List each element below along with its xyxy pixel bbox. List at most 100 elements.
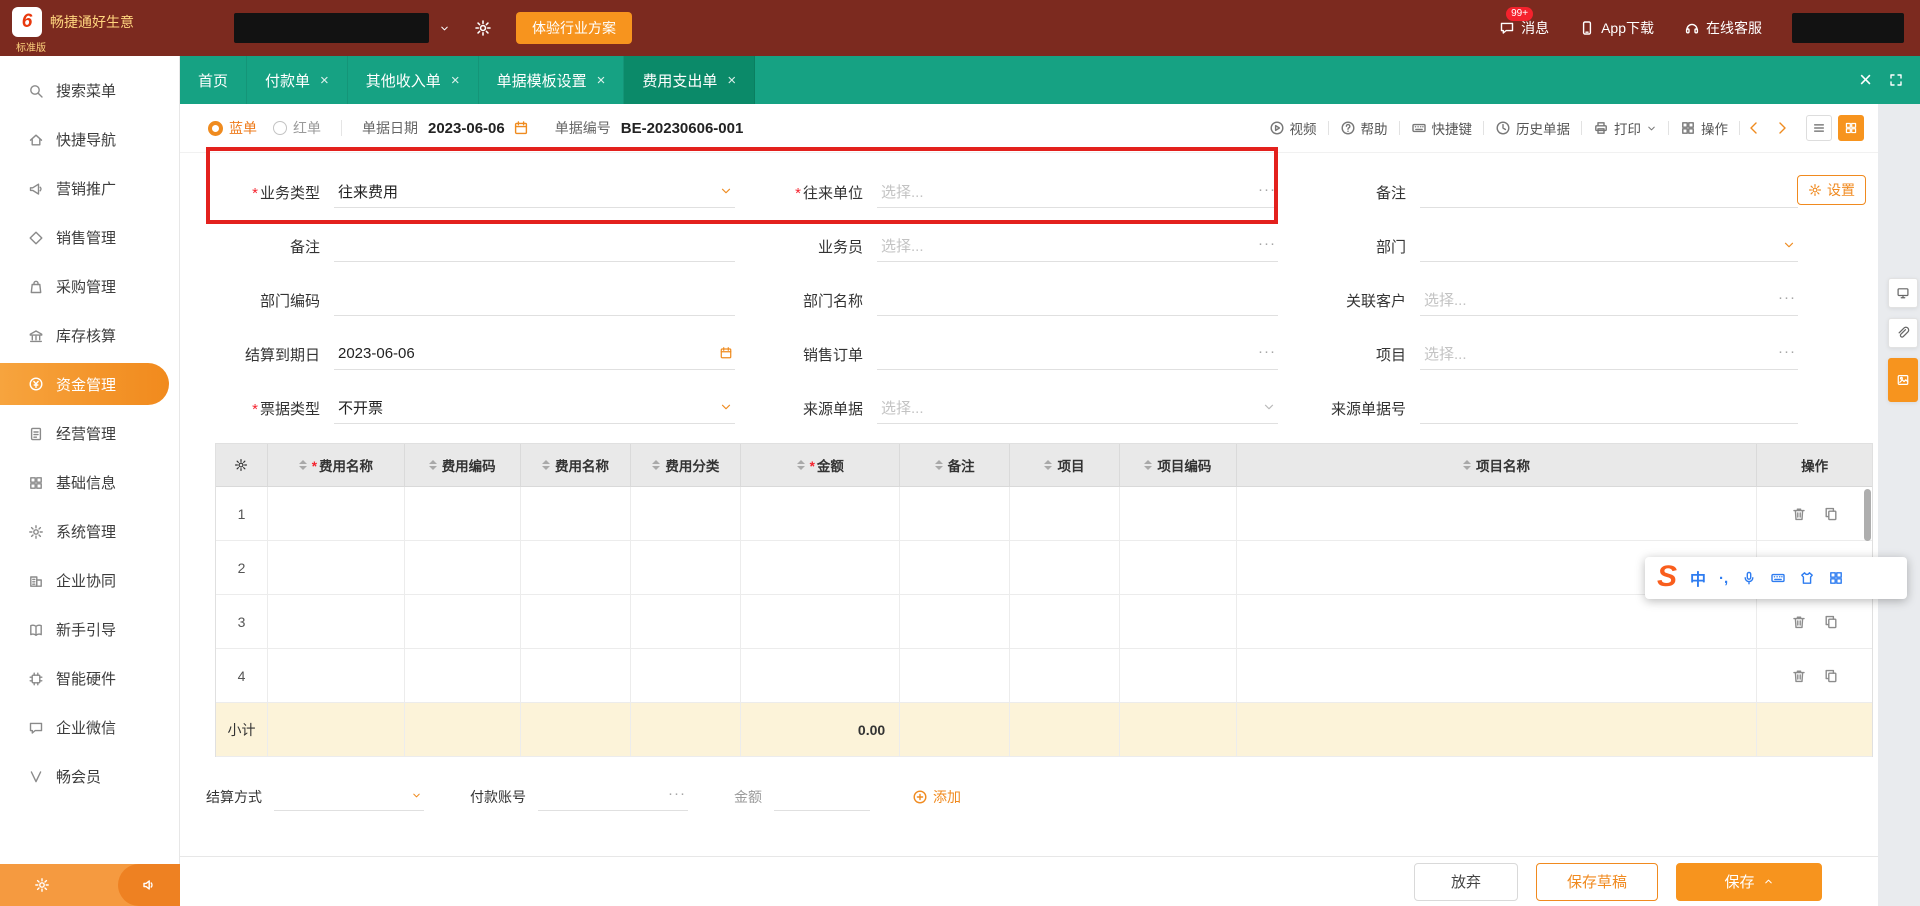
table-header-cell[interactable]: * 金额 bbox=[741, 444, 901, 486]
redacted-company-selector[interactable] bbox=[234, 13, 429, 43]
tab-4[interactable]: 费用支出单 × bbox=[624, 56, 756, 104]
tab-close-icon[interactable]: × bbox=[597, 72, 606, 89]
table-cell[interactable] bbox=[404, 487, 521, 541]
sidebar-item-1[interactable]: 快捷导航 bbox=[0, 115, 179, 164]
sidebar-item-6[interactable]: 资金管理 bbox=[0, 363, 169, 405]
tab-1[interactable]: 付款单 × bbox=[247, 56, 348, 104]
ime-language-toggle[interactable]: 中 bbox=[1690, 566, 1706, 590]
row-copy-icon[interactable] bbox=[1823, 668, 1839, 684]
table-cell[interactable] bbox=[1010, 595, 1120, 649]
doc-date-calendar-icon[interactable] bbox=[513, 120, 529, 136]
sort-icon[interactable] bbox=[796, 460, 805, 470]
field-input[interactable]: 选择... ··· bbox=[877, 230, 1278, 262]
field-input[interactable]: 选择... ··· bbox=[877, 176, 1278, 208]
sort-icon[interactable] bbox=[934, 460, 943, 470]
table-cell[interactable] bbox=[404, 649, 521, 703]
toolbar-action[interactable]: 视频 bbox=[1258, 118, 1328, 138]
row-delete-icon[interactable] bbox=[1791, 668, 1807, 684]
sort-icon[interactable] bbox=[1144, 460, 1153, 470]
table-cell[interactable] bbox=[520, 595, 632, 649]
account-ellipsis-icon[interactable]: ··· bbox=[668, 785, 686, 802]
table-cell[interactable] bbox=[404, 595, 521, 649]
ime-logo[interactable]: S bbox=[1657, 562, 1677, 592]
table-header-cell[interactable]: 备注 bbox=[900, 444, 1011, 486]
sort-icon[interactable] bbox=[542, 460, 551, 470]
table-header-cell[interactable]: 操作 bbox=[1757, 444, 1872, 486]
table-header-cell[interactable]: 费用分类 bbox=[631, 444, 742, 486]
topbar-settings-gear-icon[interactable] bbox=[474, 19, 492, 37]
row-delete-icon[interactable] bbox=[1791, 614, 1807, 630]
sidebar-item-10[interactable]: 企业协同 bbox=[0, 556, 179, 605]
toolbar-action[interactable]: 历史单据 bbox=[1484, 118, 1581, 138]
table-cell[interactable] bbox=[1010, 649, 1120, 703]
table-cell[interactable] bbox=[1757, 487, 1873, 541]
float-attachment-tool[interactable] bbox=[1888, 318, 1918, 348]
sidebar-item-9[interactable]: 系统管理 bbox=[0, 507, 179, 556]
float-report-tool[interactable] bbox=[1888, 358, 1918, 402]
table-cell[interactable] bbox=[1010, 487, 1120, 541]
toolbar-action[interactable]: 快捷键 bbox=[1400, 118, 1484, 138]
payment-amount-input[interactable] bbox=[774, 783, 870, 811]
sort-icon[interactable] bbox=[1462, 460, 1471, 470]
sidebar-item-11[interactable]: 新手引导 bbox=[0, 605, 179, 654]
table-cell[interactable] bbox=[631, 649, 742, 703]
ime-toolbox-icon[interactable] bbox=[1828, 570, 1844, 586]
sort-icon[interactable] bbox=[1044, 460, 1053, 470]
field-input[interactable]: ··· bbox=[877, 338, 1278, 370]
discard-button[interactable]: 放弃 bbox=[1414, 862, 1518, 901]
row-copy-icon[interactable] bbox=[1823, 506, 1839, 522]
tab-close-icon[interactable]: × bbox=[451, 72, 460, 89]
table-header-cell[interactable]: 费用名称 bbox=[521, 444, 632, 486]
close-all-tabs-icon[interactable]: × bbox=[1859, 69, 1872, 91]
picker-ellipsis-icon[interactable]: ··· bbox=[1258, 343, 1276, 360]
sidebar-item-14[interactable]: 畅会员 bbox=[0, 752, 179, 801]
tab-close-icon[interactable]: × bbox=[320, 72, 329, 89]
calendar-icon[interactable] bbox=[719, 346, 733, 360]
sidebar-item-3[interactable]: 销售管理 bbox=[0, 213, 179, 262]
table-header-cell[interactable]: 费用编码 bbox=[405, 444, 521, 486]
sidebar-sound-toggle[interactable] bbox=[118, 864, 180, 906]
ime-microphone-icon[interactable] bbox=[1741, 570, 1757, 586]
next-doc-arrow-icon[interactable] bbox=[1768, 120, 1796, 136]
table-cell[interactable] bbox=[520, 649, 632, 703]
picker-ellipsis-icon[interactable]: ··· bbox=[1778, 343, 1796, 360]
table-cell[interactable]: 1 bbox=[216, 487, 268, 541]
radio-blue-doc[interactable]: 蓝单 bbox=[208, 118, 257, 138]
sidebar-item-7[interactable]: 经营管理 bbox=[0, 409, 179, 458]
row-copy-icon[interactable] bbox=[1823, 614, 1839, 630]
table-cell[interactable] bbox=[404, 541, 521, 595]
save-draft-button[interactable]: 保存草稿 bbox=[1536, 862, 1658, 901]
sort-icon[interactable] bbox=[298, 460, 307, 470]
sidebar-settings-gear-icon[interactable] bbox=[34, 877, 50, 893]
table-cell[interactable] bbox=[631, 541, 742, 595]
table-cell[interactable] bbox=[267, 541, 405, 595]
picker-ellipsis-icon[interactable]: ··· bbox=[1778, 289, 1796, 306]
float-monitor-tool[interactable] bbox=[1888, 278, 1918, 308]
select-chevron-icon[interactable] bbox=[719, 184, 733, 198]
table-header-cell[interactable]: * 费用名称 bbox=[268, 444, 405, 486]
prev-doc-arrow-icon[interactable] bbox=[1740, 120, 1768, 136]
toolbar-action[interactable]: 操作 bbox=[1669, 118, 1739, 138]
doc-date-value[interactable]: 2023-06-06 bbox=[428, 120, 505, 137]
table-cell[interactable] bbox=[741, 649, 901, 703]
table-cell[interactable] bbox=[267, 649, 405, 703]
list-view-toggle[interactable] bbox=[1806, 115, 1832, 141]
ime-punctuation-toggle[interactable]: ·, bbox=[1719, 570, 1728, 587]
settle-chevron-down-icon[interactable] bbox=[411, 790, 422, 801]
sidebar-item-4[interactable]: 采购管理 bbox=[0, 262, 179, 311]
select-chevron-icon[interactable] bbox=[719, 400, 733, 414]
sidebar-item-2[interactable]: 营销推广 bbox=[0, 164, 179, 213]
ime-skin-icon[interactable] bbox=[1799, 570, 1815, 586]
field-input[interactable]: 选择... ··· bbox=[1420, 284, 1798, 316]
table-cell[interactable] bbox=[1119, 649, 1237, 703]
fullscreen-expand-icon[interactable] bbox=[1888, 72, 1904, 88]
sidebar-item-5[interactable]: 库存核算 bbox=[0, 311, 179, 360]
table-cell[interactable] bbox=[520, 541, 632, 595]
picker-ellipsis-icon[interactable]: ··· bbox=[1258, 181, 1276, 198]
table-cell[interactable] bbox=[267, 595, 405, 649]
field-input[interactable]: 往来费用 bbox=[334, 176, 735, 208]
save-button[interactable]: 保存 bbox=[1676, 862, 1822, 901]
table-scrollbar-thumb[interactable] bbox=[1864, 489, 1871, 541]
online-service-button[interactable]: 在线客服 bbox=[1684, 18, 1762, 38]
table-cell[interactable] bbox=[741, 487, 901, 541]
